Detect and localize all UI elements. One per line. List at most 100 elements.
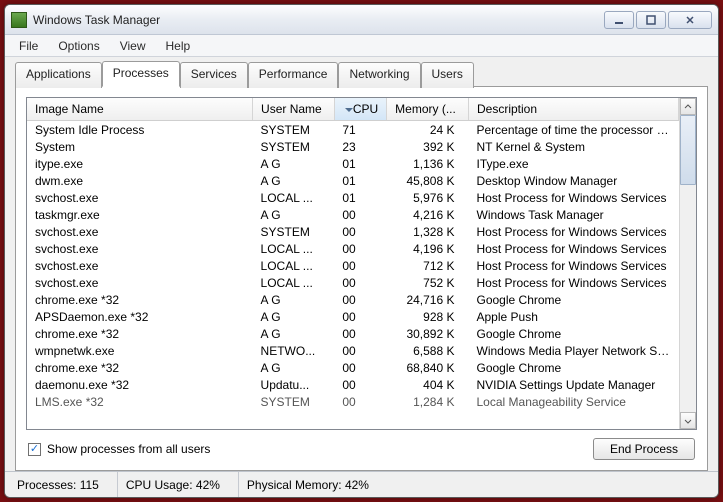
table-row[interactable]: wmpnetwk.exeNETWO...006,588 KWindows Med… [27,342,679,359]
cell-memory: 6,588 K [387,342,469,359]
table-row[interactable]: System Idle ProcessSYSTEM7124 KPercentag… [27,121,679,139]
scroll-thumb[interactable] [680,115,696,185]
panel-footer: ✓ Show processes from all users End Proc… [26,430,697,462]
table-row[interactable]: chrome.exe *32A G0030,892 KGoogle Chrome [27,325,679,342]
cell-cpu: 23 [334,138,386,155]
cell-cpu: 00 [334,206,386,223]
cell-description: NT Kernel & System [469,138,679,155]
table-row[interactable]: daemonu.exe *32Updatu...00404 KNVIDIA Se… [27,376,679,393]
cell-user-name: SYSTEM [253,393,335,410]
cell-cpu: 71 [334,121,386,139]
menu-view[interactable]: View [112,37,154,55]
tab-users[interactable]: Users [421,62,474,88]
cell-user-name: SYSTEM [253,138,335,155]
cell-user-name: LOCAL ... [253,189,335,206]
menu-help[interactable]: Help [158,37,199,55]
table-row[interactable]: svchost.exeLOCAL ...00712 KHost Process … [27,257,679,274]
end-process-button[interactable]: End Process [593,438,695,460]
cell-image-name: taskmgr.exe [27,206,253,223]
cell-cpu: 00 [334,308,386,325]
cell-description: Percentage of time the processor is idle [469,121,679,139]
cell-description: Apple Push [469,308,679,325]
cell-user-name: SYSTEM [253,121,335,139]
tab-services[interactable]: Services [180,62,248,88]
cell-image-name: svchost.exe [27,257,253,274]
table-row[interactable]: dwm.exeA G0145,808 KDesktop Window Manag… [27,172,679,189]
check-icon: ✓ [30,444,39,455]
scroll-down-button[interactable] [680,412,696,429]
cell-image-name: dwm.exe [27,172,253,189]
scroll-track[interactable] [680,115,696,412]
cell-description: IType.exe [469,155,679,172]
cell-description: Host Process for Windows Services [469,189,679,206]
window-buttons [604,11,712,29]
table-row[interactable]: chrome.exe *32A G0068,840 KGoogle Chrome [27,359,679,376]
table-row[interactable]: taskmgr.exeA G004,216 KWindows Task Mana… [27,206,679,223]
cell-user-name: A G [253,291,335,308]
cell-memory: 928 K [387,308,469,325]
close-button[interactable] [668,11,712,29]
column-cpu[interactable]: CPU [334,98,386,121]
cell-description: NVIDIA Settings Update Manager [469,376,679,393]
process-list-content[interactable]: Image Name User Name CPU Memory (... Des… [27,98,679,429]
cell-user-name: A G [253,206,335,223]
vertical-scrollbar[interactable] [679,98,696,429]
table-row[interactable]: svchost.exeLOCAL ...00752 KHost Process … [27,274,679,291]
cell-description: Local Manageability Service [469,393,679,410]
show-all-users-checkbox[interactable]: ✓ Show processes from all users [28,442,210,456]
cell-image-name: APSDaemon.exe *32 [27,308,253,325]
cell-cpu: 00 [334,376,386,393]
cell-user-name: A G [253,308,335,325]
cell-memory: 30,892 K [387,325,469,342]
column-user-name[interactable]: User Name [253,98,335,121]
table-row[interactable]: LMS.exe *32SYSTEM001,284 KLocal Manageab… [27,393,679,410]
tab-processes[interactable]: Processes [102,61,180,87]
column-memory[interactable]: Memory (... [387,98,469,121]
scroll-up-button[interactable] [680,98,696,115]
table-row[interactable]: svchost.exeSYSTEM001,328 KHost Process f… [27,223,679,240]
cell-user-name: A G [253,325,335,342]
cell-image-name: svchost.exe [27,223,253,240]
cell-user-name: A G [253,359,335,376]
cell-description: Host Process for Windows Services [469,223,679,240]
cell-image-name: daemonu.exe *32 [27,376,253,393]
status-memory-value: 42% [345,478,369,492]
table-row[interactable]: svchost.exeLOCAL ...004,196 KHost Proces… [27,240,679,257]
cell-user-name: SYSTEM [253,223,335,240]
process-list: Image Name User Name CPU Memory (... Des… [26,97,697,430]
table-row[interactable]: SystemSYSTEM23392 KNT Kernel & System [27,138,679,155]
cell-image-name: svchost.exe [27,240,253,257]
status-memory: Physical Memory: 42% [239,472,387,497]
menu-file[interactable]: File [11,37,46,55]
minimize-button[interactable] [604,11,634,29]
cell-memory: 24,716 K [387,291,469,308]
process-rows: System Idle ProcessSYSTEM7124 KPercentag… [27,121,679,411]
table-row[interactable]: chrome.exe *32A G0024,716 KGoogle Chrome [27,291,679,308]
process-table: Image Name User Name CPU Memory (... Des… [27,98,679,410]
cell-image-name: svchost.exe [27,274,253,291]
maximize-button[interactable] [636,11,666,29]
status-processes-label: Processes: [17,478,76,492]
tab-applications[interactable]: Applications [15,62,102,88]
statusbar: Processes: 115 CPU Usage: 42% Physical M… [5,471,718,497]
column-description[interactable]: Description [469,98,679,121]
status-processes-value: 115 [80,478,99,492]
table-row[interactable]: itype.exeA G011,136 KIType.exe [27,155,679,172]
titlebar[interactable]: Windows Task Manager [5,5,718,35]
cell-memory: 4,196 K [387,240,469,257]
cell-memory: 5,976 K [387,189,469,206]
status-processes: Processes: 115 [15,472,118,497]
cell-cpu: 01 [334,155,386,172]
table-row[interactable]: APSDaemon.exe *32A G00928 KApple Push [27,308,679,325]
tab-performance[interactable]: Performance [248,62,339,88]
cell-description: Google Chrome [469,291,679,308]
cell-memory: 24 K [387,121,469,139]
column-image-name[interactable]: Image Name [27,98,253,121]
menu-options[interactable]: Options [50,37,107,55]
cell-memory: 68,840 K [387,359,469,376]
tabstrip: Applications Processes Services Performa… [15,61,708,87]
cell-memory: 1,284 K [387,393,469,410]
table-row[interactable]: svchost.exeLOCAL ...015,976 KHost Proces… [27,189,679,206]
tab-networking[interactable]: Networking [338,62,420,88]
cell-cpu: 00 [334,274,386,291]
